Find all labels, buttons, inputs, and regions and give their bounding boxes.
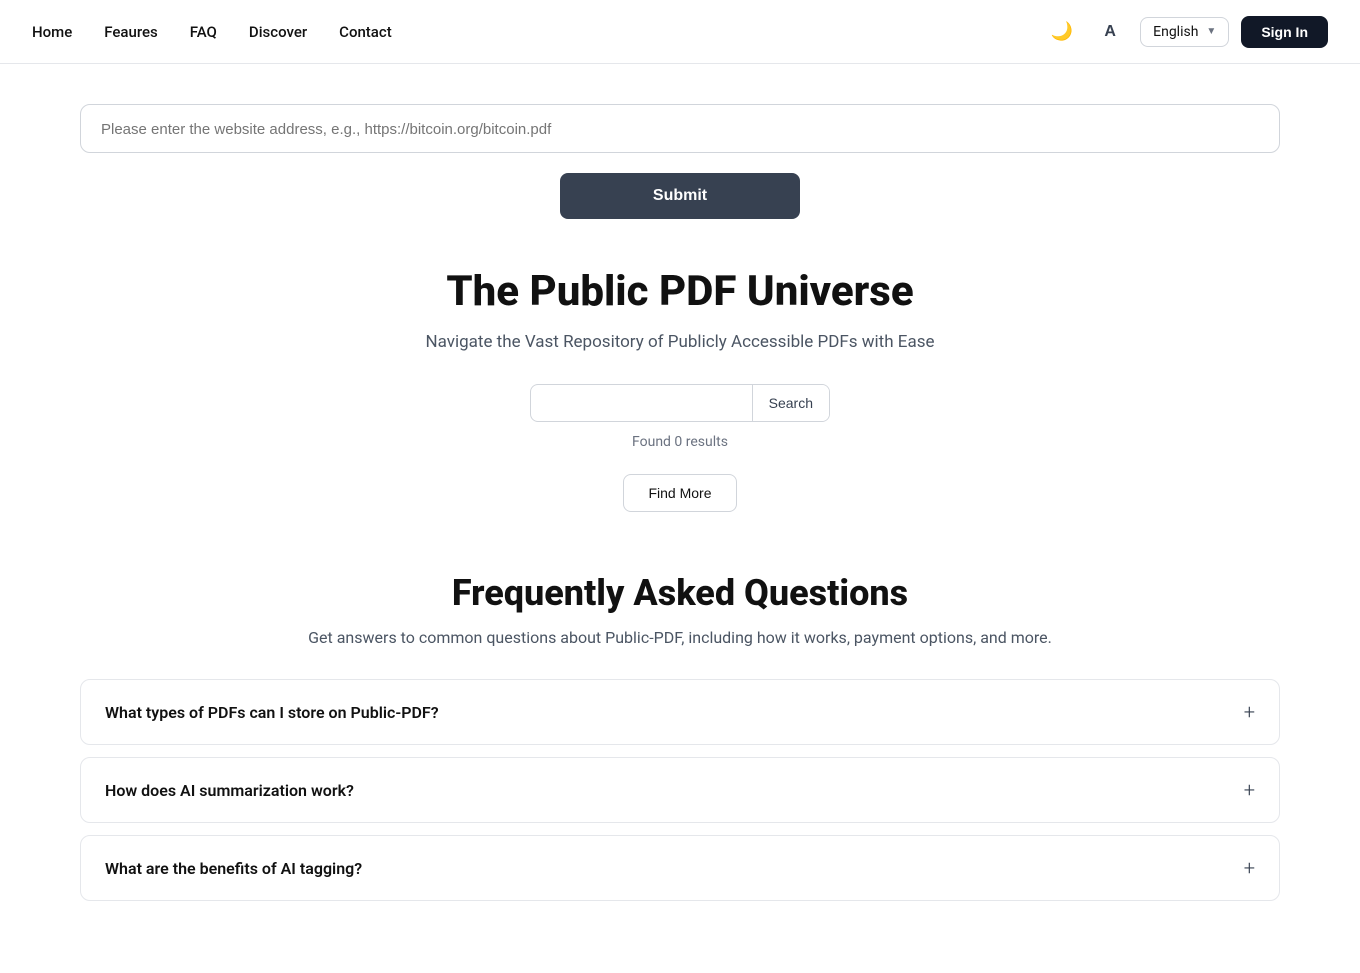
translate-button[interactable]: A: [1092, 14, 1128, 50]
faq-question-1: What types of PDFs can I store on Public…: [105, 703, 439, 722]
nav-home[interactable]: Home: [32, 23, 72, 41]
submit-button[interactable]: Submit: [560, 173, 800, 219]
nav-links: Home Feaures FAQ Discover Contact: [32, 23, 392, 41]
nav-actions: 🌙 A English ▼ Sign In: [1044, 14, 1328, 50]
moon-icon: 🌙: [1051, 21, 1073, 42]
faq-toggle-3: +: [1231, 856, 1255, 880]
language-selector[interactable]: English ▼: [1140, 17, 1229, 47]
hero-subtitle: Navigate the Vast Repository of Publicly…: [80, 332, 1280, 352]
url-section: Submit: [80, 104, 1280, 219]
translate-icon: A: [1104, 23, 1116, 41]
url-input-wrapper: [80, 104, 1280, 153]
nav-features[interactable]: Feaures: [104, 23, 158, 41]
search-bar: Search: [530, 384, 830, 422]
faq-item-3[interactable]: What are the benefits of AI tagging? +: [80, 835, 1280, 901]
faq-toggle-1: +: [1231, 700, 1255, 724]
language-label: English: [1153, 24, 1198, 40]
faq-question-2: How does AI summarization work?: [105, 781, 354, 800]
chevron-down-icon: ▼: [1206, 26, 1216, 37]
search-button[interactable]: Search: [752, 385, 829, 421]
find-more-wrapper: Find More: [80, 474, 1280, 512]
nav-discover[interactable]: Discover: [249, 23, 307, 41]
faq-subtitle: Get answers to common questions about Pu…: [80, 628, 1280, 647]
faq-title: Frequently Asked Questions: [80, 572, 1280, 614]
results-count: Found 0 results: [80, 434, 1280, 450]
main-content: Submit The Public PDF Universe Navigate …: [0, 64, 1360, 973]
faq-question-3: What are the benefits of AI tagging?: [105, 859, 362, 878]
dark-mode-toggle[interactable]: 🌙: [1044, 14, 1080, 50]
find-more-button[interactable]: Find More: [623, 474, 736, 512]
hero-title: The Public PDF Universe: [80, 267, 1280, 316]
url-input[interactable]: [101, 121, 1259, 138]
signin-button[interactable]: Sign In: [1241, 16, 1328, 48]
search-wrapper: Search: [80, 384, 1280, 422]
faq-item-2[interactable]: How does AI summarization work? +: [80, 757, 1280, 823]
faq-toggle-2: +: [1231, 778, 1255, 802]
hero-section: The Public PDF Universe Navigate the Vas…: [80, 267, 1280, 512]
submit-wrapper: Submit: [80, 173, 1280, 219]
faq-item-1[interactable]: What types of PDFs can I store on Public…: [80, 679, 1280, 745]
search-input[interactable]: [531, 385, 752, 421]
faq-section: Frequently Asked Questions Get answers t…: [80, 572, 1280, 901]
nav-contact[interactable]: Contact: [339, 23, 392, 41]
nav-faq[interactable]: FAQ: [190, 23, 217, 41]
navbar: Home Feaures FAQ Discover Contact 🌙 A En…: [0, 0, 1360, 64]
